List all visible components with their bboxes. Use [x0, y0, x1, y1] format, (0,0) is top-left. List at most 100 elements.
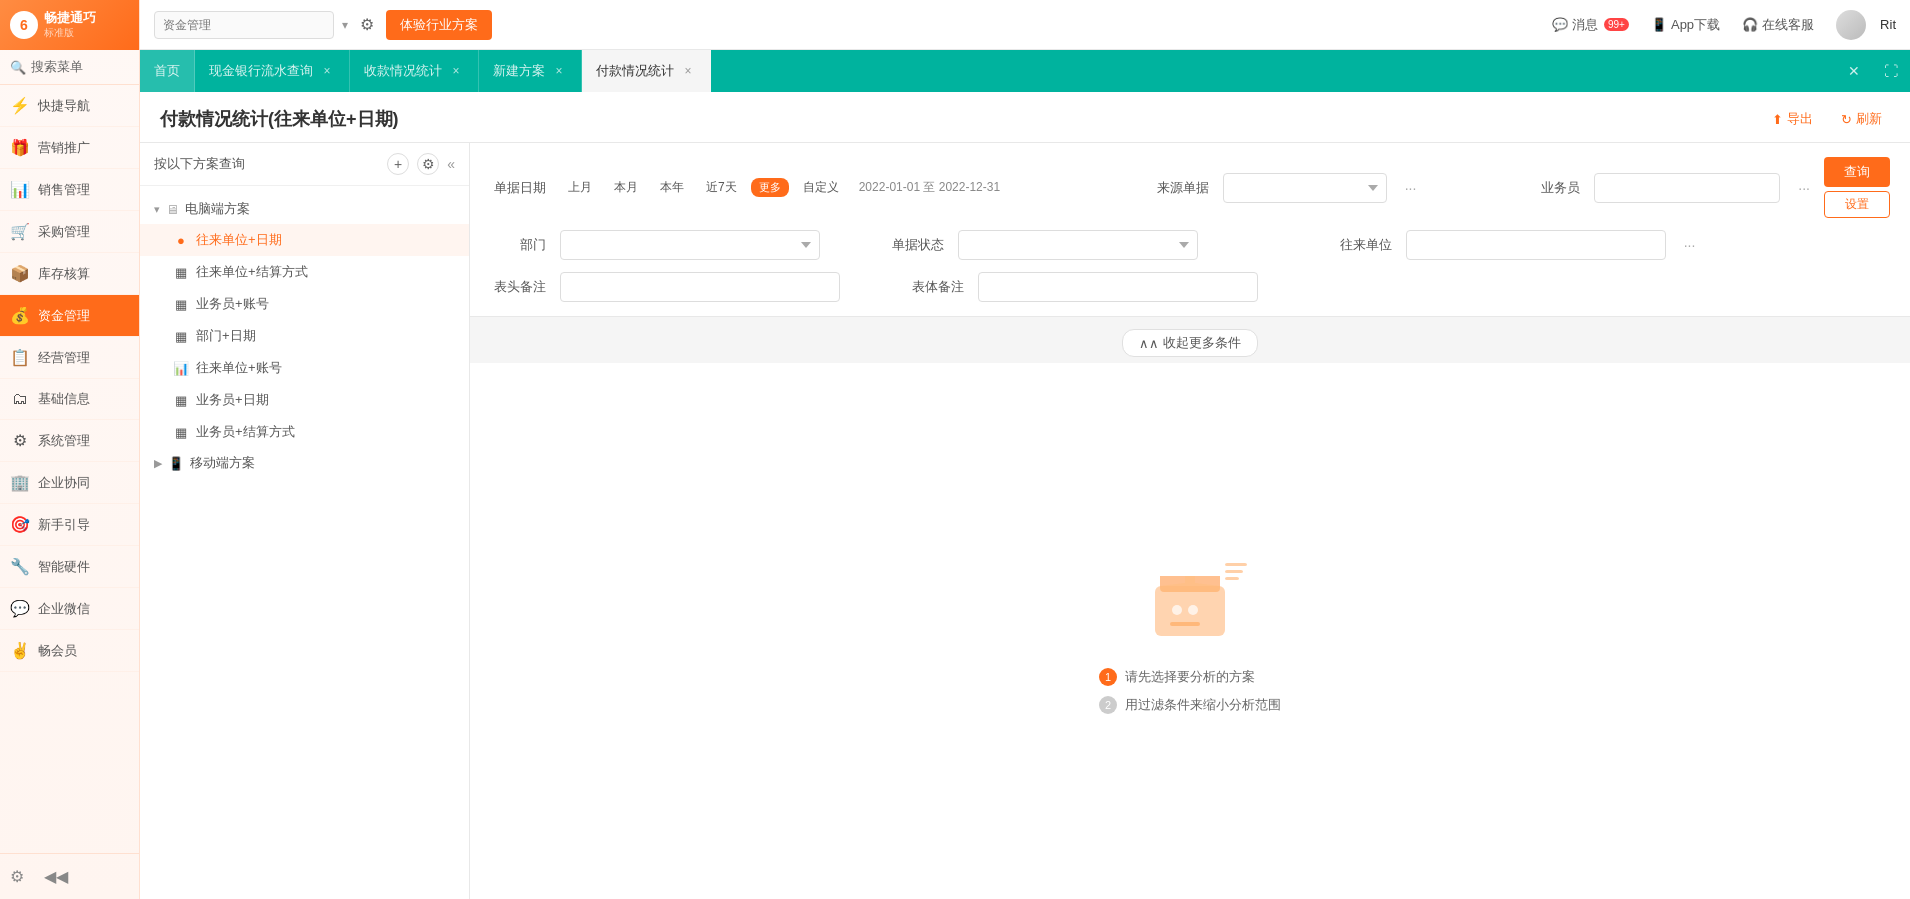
- svg-rect-3: [1225, 570, 1243, 573]
- unit-input[interactable]: [1406, 230, 1666, 260]
- query-settings-col: 查询 设置: [1824, 157, 1890, 218]
- date-label: 单据日期: [490, 179, 546, 197]
- unit-dots[interactable]: ···: [1684, 237, 1696, 253]
- date-opt-more[interactable]: 更多: [751, 178, 789, 197]
- date-opt-this-year[interactable]: 本年: [652, 176, 692, 199]
- date-opt-last-month[interactable]: 上月: [560, 176, 600, 199]
- sidebar-item-system[interactable]: ⚙ 系统管理: [0, 420, 139, 462]
- sidebar-item-corp[interactable]: 🏢 企业协同: [0, 462, 139, 504]
- scheme-add-btn[interactable]: +: [387, 153, 409, 175]
- sidebar-item-marketing[interactable]: 🎁 营销推广: [0, 127, 139, 169]
- scheme-panel-header: 按以下方案查询 + ⚙ «: [140, 143, 469, 186]
- collapse-more-btn[interactable]: ∧∧ 收起更多条件: [1122, 329, 1258, 357]
- refresh-btn[interactable]: ↻ 刷新: [1833, 106, 1890, 132]
- service-action[interactable]: 🎧 在线客服: [1742, 16, 1814, 34]
- sidebar-item-purchase[interactable]: 🛒 采购管理: [0, 211, 139, 253]
- sidebar-item-operation[interactable]: 📋 经营管理: [0, 337, 139, 379]
- source-dots[interactable]: ···: [1405, 180, 1417, 196]
- tree-item-unit-account[interactable]: 📊 往来单位+账号: [140, 352, 469, 384]
- sidebar-item-wechat[interactable]: 💬 企业微信: [0, 588, 139, 630]
- staff-dots[interactable]: ···: [1798, 180, 1810, 196]
- tab-home[interactable]: 首页: [140, 50, 195, 92]
- export-btn[interactable]: ⬆ 导出: [1764, 106, 1821, 132]
- sidebar-item-basic[interactable]: 🗂 基础信息: [0, 379, 139, 420]
- source-select[interactable]: [1223, 173, 1386, 203]
- date-opt-this-month[interactable]: 本月: [606, 176, 646, 199]
- tab-receipt-stats[interactable]: 收款情况统计 ×: [350, 50, 479, 92]
- sidebar-item-label: 新手引导: [38, 516, 90, 534]
- sidebar-item-label: 企业微信: [38, 600, 90, 618]
- tree-item-unit-settlement[interactable]: ▦ 往来单位+结算方式: [140, 256, 469, 288]
- collapse-sidebar-icon[interactable]: ◀◀: [44, 867, 68, 886]
- tree-section-pc[interactable]: ▾ 🖥 电脑端方案: [140, 194, 469, 224]
- sidebar-footer: ⚙ ◀◀: [0, 853, 139, 899]
- sidebar-item-quick-nav[interactable]: ⚡ 快捷导航: [0, 85, 139, 127]
- dept-select[interactable]: [560, 230, 820, 260]
- tree-item-staff-date[interactable]: ▦ 业务员+日期: [140, 384, 469, 416]
- tab-payment-stats-close[interactable]: ×: [680, 63, 696, 79]
- tab-new-scheme-close[interactable]: ×: [551, 63, 567, 79]
- settings-footer-icon[interactable]: ⚙: [10, 867, 24, 886]
- header-note-input[interactable]: [560, 272, 840, 302]
- tab-bank-flow[interactable]: 现金银行流水查询 ×: [195, 50, 350, 92]
- export-label: 导出: [1787, 110, 1813, 128]
- scheme-panel-label: 按以下方案查询: [154, 155, 379, 173]
- tree-item-label: 往来单位+账号: [196, 359, 282, 377]
- hardware-icon: 🔧: [10, 557, 30, 576]
- svg-point-5: [1172, 605, 1182, 615]
- messages-action[interactable]: 💬 消息 99+: [1552, 16, 1629, 34]
- tree-section-mobile[interactable]: ▶ 📱 移动端方案: [140, 448, 469, 478]
- tab-new-scheme[interactable]: 新建方案 ×: [479, 50, 582, 92]
- tree-chevron-icon: ▾: [154, 203, 160, 216]
- service-icon: 🎧: [1742, 17, 1758, 32]
- tree-item-staff-account[interactable]: ▦ 业务员+账号: [140, 288, 469, 320]
- sidebar: 6 畅捷通巧 标准版 🔍 搜索菜单 ⚡ 快捷导航 🎁 营销推广 📊 销售管理 🛒…: [0, 0, 140, 899]
- tree-item-unit-date[interactable]: ● 往来单位+日期: [140, 224, 469, 256]
- breadcrumb-input[interactable]: [154, 11, 334, 39]
- filter-panel: 单据日期 上月 本月 本年 近7天 更多 自定义 2022-01-01 至 20…: [470, 143, 1910, 899]
- body-note-input[interactable]: [978, 272, 1258, 302]
- sidebar-item-label: 库存核算: [38, 265, 90, 283]
- edition-label: 标准版: [44, 26, 96, 40]
- header-chevron-icon[interactable]: ▾: [342, 18, 348, 32]
- unit-label: 往来单位: [1336, 236, 1392, 254]
- sidebar-item-finance[interactable]: 💰 资金管理: [0, 295, 139, 337]
- date-opt-last-7days[interactable]: 近7天: [698, 176, 745, 199]
- tree-item-staff-settlement[interactable]: ▦ 业务员+结算方式: [140, 416, 469, 448]
- scheme-settings-btn[interactable]: ⚙: [417, 153, 439, 175]
- voucher-status-select[interactable]: [958, 230, 1198, 260]
- tab-payment-stats[interactable]: 付款情况统计 ×: [582, 50, 711, 92]
- sidebar-item-label: 销售管理: [38, 181, 90, 199]
- sidebar-item-member[interactable]: ✌ 畅会员: [0, 630, 139, 672]
- tab-maximize-btn[interactable]: ⛶: [1872, 50, 1910, 92]
- member-icon: ✌: [10, 641, 30, 660]
- refresh-label: 刷新: [1856, 110, 1882, 128]
- tree-item-dept-date[interactable]: ▦ 部门+日期: [140, 320, 469, 352]
- sidebar-item-guide[interactable]: 🎯 新手引导: [0, 504, 139, 546]
- sidebar-item-label: 企业协同: [38, 474, 90, 492]
- tab-bank-flow-close[interactable]: ×: [319, 63, 335, 79]
- sidebar-item-sales[interactable]: 📊 销售管理: [0, 169, 139, 211]
- chart-icon: 📊: [172, 361, 190, 376]
- tab-receipt-stats-close[interactable]: ×: [448, 63, 464, 79]
- sidebar-item-label: 基础信息: [38, 390, 90, 408]
- sidebar-item-hardware[interactable]: 🔧 智能硬件: [0, 546, 139, 588]
- query-button[interactable]: 查询: [1824, 157, 1890, 187]
- trial-button[interactable]: 体验行业方案: [386, 10, 492, 40]
- scheme-collapse-btn[interactable]: «: [447, 156, 455, 172]
- app-download-action[interactable]: 📱 App下载: [1651, 16, 1720, 34]
- sidebar-item-label: 采购管理: [38, 223, 90, 241]
- tab-close-window-btn[interactable]: ✕: [1836, 50, 1872, 92]
- header-settings-icon[interactable]: ⚙: [360, 15, 374, 34]
- sidebar-item-inventory[interactable]: 📦 库存核算: [0, 253, 139, 295]
- search-menu[interactable]: 🔍 搜索菜单: [0, 50, 139, 85]
- search-menu-label: 搜索菜单: [31, 58, 83, 76]
- app-label: App下载: [1671, 16, 1720, 34]
- date-opt-custom[interactable]: 自定义: [795, 176, 847, 199]
- filter-settings-button[interactable]: 设置: [1824, 191, 1890, 218]
- tree-item-label: 往来单位+日期: [196, 231, 282, 249]
- user-avatar[interactable]: [1836, 10, 1866, 40]
- empty-hint-1: 1 请先选择要分析的方案: [1099, 668, 1281, 686]
- staff-input[interactable]: [1594, 173, 1780, 203]
- svg-rect-4: [1225, 577, 1239, 580]
